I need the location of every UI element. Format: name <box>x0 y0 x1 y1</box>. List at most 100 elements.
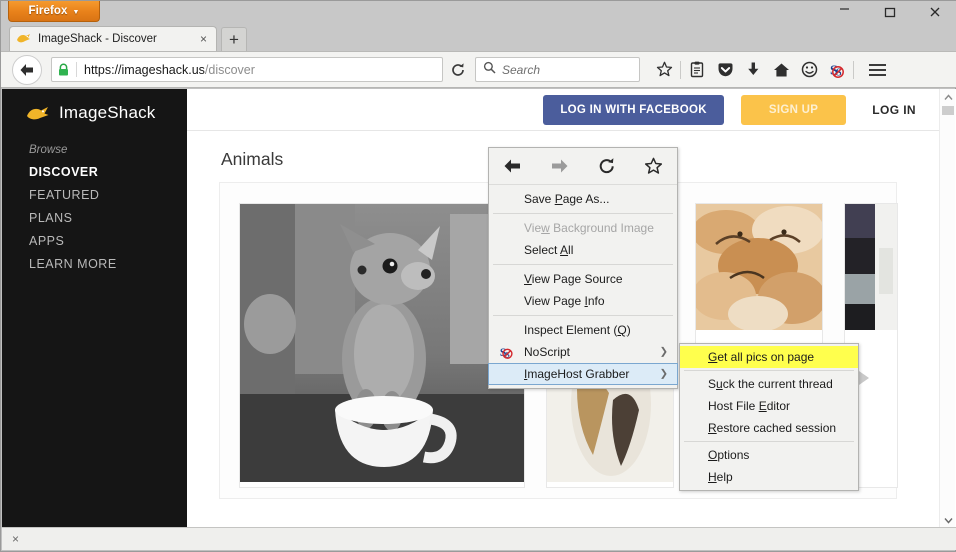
home-icon[interactable] <box>767 56 795 84</box>
url-bar[interactable]: https://imageshack.us/discover <box>51 57 443 82</box>
submenu-item-get-all-pics[interactable]: Get all pics on page <box>680 346 858 368</box>
submenu-item-restore-cached-session[interactable]: Restore cached session <box>680 417 858 439</box>
submenu-item-label: Help <box>708 470 733 484</box>
submenu-item-help[interactable]: Help <box>680 466 858 488</box>
findbar-close-icon[interactable]: × <box>2 532 19 546</box>
menu-item-label: ImageHost Grabber <box>524 367 630 381</box>
hamburger-icon[interactable] <box>862 56 892 84</box>
sidebar-item-discover[interactable]: DISCOVER <box>2 156 187 179</box>
url-divider <box>76 62 77 77</box>
navigation-toolbar: https://imageshack.us/discover Search S … <box>1 51 956 88</box>
menu-item-noscript[interactable]: S S NoScript ❯ <box>489 341 677 363</box>
login-button[interactable]: LOG IN <box>872 94 916 126</box>
menu-item-view-page-info[interactable]: View Page Info <box>489 290 677 312</box>
imageshack-favicon <box>16 32 32 46</box>
context-forward-button[interactable] <box>536 158 583 174</box>
tab-title: ImageShack - Discover <box>38 33 157 45</box>
submenu-item-options[interactable]: Options <box>680 444 858 466</box>
menu-item-view-page-source[interactable]: View Page Source <box>489 268 677 290</box>
submenu-item-host-file-editor[interactable]: Host File Editor <box>680 395 858 417</box>
menu-item-inspect-element[interactable]: Inspect Element (Q) <box>489 319 677 341</box>
forward-icon <box>552 159 568 173</box>
maximize-icon <box>884 7 896 17</box>
firefox-menu-button[interactable]: Firefox ▼ <box>8 1 100 22</box>
submenu-item-label: Restore cached session <box>708 421 837 435</box>
context-menu-items: Save Page As... View Background Image Se… <box>488 185 678 388</box>
context-reload-button[interactable] <box>583 157 630 175</box>
url-host: imageshack.us <box>121 62 205 77</box>
back-icon <box>20 63 33 76</box>
reader-icon[interactable] <box>683 56 711 84</box>
downloads-icon[interactable] <box>739 56 767 84</box>
submenu-item-label: Host File Editor <box>708 399 791 413</box>
sidebar-group-label: Browse <box>29 144 68 156</box>
minimize-button[interactable] <box>822 1 867 23</box>
toolbar-divider <box>680 60 681 79</box>
gallery-next-arrow-icon[interactable] <box>859 371 869 385</box>
close-icon <box>930 7 939 17</box>
site-logo-text: ImageShack <box>59 103 156 122</box>
search-bar[interactable]: Search <box>475 57 640 82</box>
menu-item-label: Inspect Element (Q) <box>524 323 631 337</box>
maximize-button[interactable] <box>867 1 912 23</box>
site-logo[interactable]: ImageShack <box>2 89 187 123</box>
reload-button[interactable] <box>445 57 471 82</box>
back-icon <box>504 159 520 173</box>
new-tab-button[interactable]: + <box>221 27 247 51</box>
submenu-item-label: Get all pics on page <box>708 350 815 364</box>
chevron-down-icon: ▼ <box>72 8 80 16</box>
menu-item-select-all[interactable]: Select All <box>489 239 677 261</box>
url-path: /discover <box>204 62 255 77</box>
menu-item-save-page-as[interactable]: Save Page As... <box>489 188 677 210</box>
signup-button[interactable]: SIGN UP <box>740 94 847 125</box>
sidebar-item-plans[interactable]: PLANS <box>2 202 187 225</box>
minimize-icon <box>840 8 849 10</box>
tab-close-icon[interactable]: × <box>197 32 210 46</box>
noscript-icon[interactable]: S S <box>823 56 851 84</box>
tab-strip: ImageShack - Discover × + <box>1 23 956 51</box>
submenu-item-label: Options <box>708 448 750 462</box>
imagehost-grabber-submenu: Get all pics on page Suck the current th… <box>679 343 859 491</box>
reload-icon <box>599 158 614 174</box>
close-button[interactable] <box>912 1 956 23</box>
menu-item-label: NoScript <box>524 345 571 359</box>
browser-window: Firefox ▼ ImageShack - Discover × + http… <box>0 0 956 552</box>
submenu-separator <box>684 441 854 442</box>
find-bar: × <box>2 527 956 550</box>
menu-item-label: View Page Source <box>524 272 623 286</box>
menu-separator <box>493 264 673 265</box>
gallery-item-puppy-in-teacup[interactable] <box>239 203 525 488</box>
url-scheme: https:// <box>84 62 122 77</box>
search-placeholder: Search <box>502 62 541 77</box>
pocket-icon[interactable] <box>711 56 739 84</box>
menu-item-view-background-image: View Background Image <box>489 217 677 239</box>
facebook-login-button[interactable]: LOG IN WITH FACEBOOK <box>543 94 724 125</box>
chevron-up-icon <box>943 94 953 100</box>
toolbar-divider-2 <box>853 60 854 79</box>
menu-item-label: Save Page As... <box>524 192 610 206</box>
context-bookmark-button[interactable] <box>630 157 677 175</box>
toolbar-icon-group: S S <box>650 56 892 84</box>
url-text: https://imageshack.us/discover <box>84 63 255 77</box>
reload-icon <box>452 62 464 76</box>
scroll-up-button[interactable] <box>940 89 956 106</box>
context-menu-toolbar <box>489 148 677 185</box>
menu-item-label: View Page Info <box>524 294 605 308</box>
menu-item-imagehost-grabber[interactable]: ImageHost Grabber ❯ <box>488 363 678 385</box>
scrollbar-thumb[interactable] <box>942 106 954 115</box>
submenu-item-suck-current-thread[interactable]: Suck the current thread <box>680 373 858 395</box>
bookmark-star-icon <box>644 157 663 174</box>
context-menu: Save Page As... View Background Image Se… <box>488 147 678 389</box>
site-header: LOG IN WITH FACEBOOK SIGN UP LOG IN <box>187 89 940 131</box>
sidebar-item-featured[interactable]: FEATURED <box>2 179 187 202</box>
browser-tab-active[interactable]: ImageShack - Discover × <box>9 26 217 51</box>
sidebar-item-apps[interactable]: APPS <box>2 225 187 248</box>
page-scrollbar[interactable] <box>939 89 955 529</box>
menu-separator <box>493 315 673 316</box>
submenu-item-label: Suck the current thread <box>708 377 833 391</box>
sync-icon[interactable] <box>795 56 823 84</box>
context-back-button[interactable] <box>489 158 536 174</box>
bookmark-star-icon[interactable] <box>650 56 678 84</box>
back-button[interactable] <box>12 54 42 85</box>
sidebar-item-learn-more[interactable]: LEARN MORE <box>2 248 187 271</box>
